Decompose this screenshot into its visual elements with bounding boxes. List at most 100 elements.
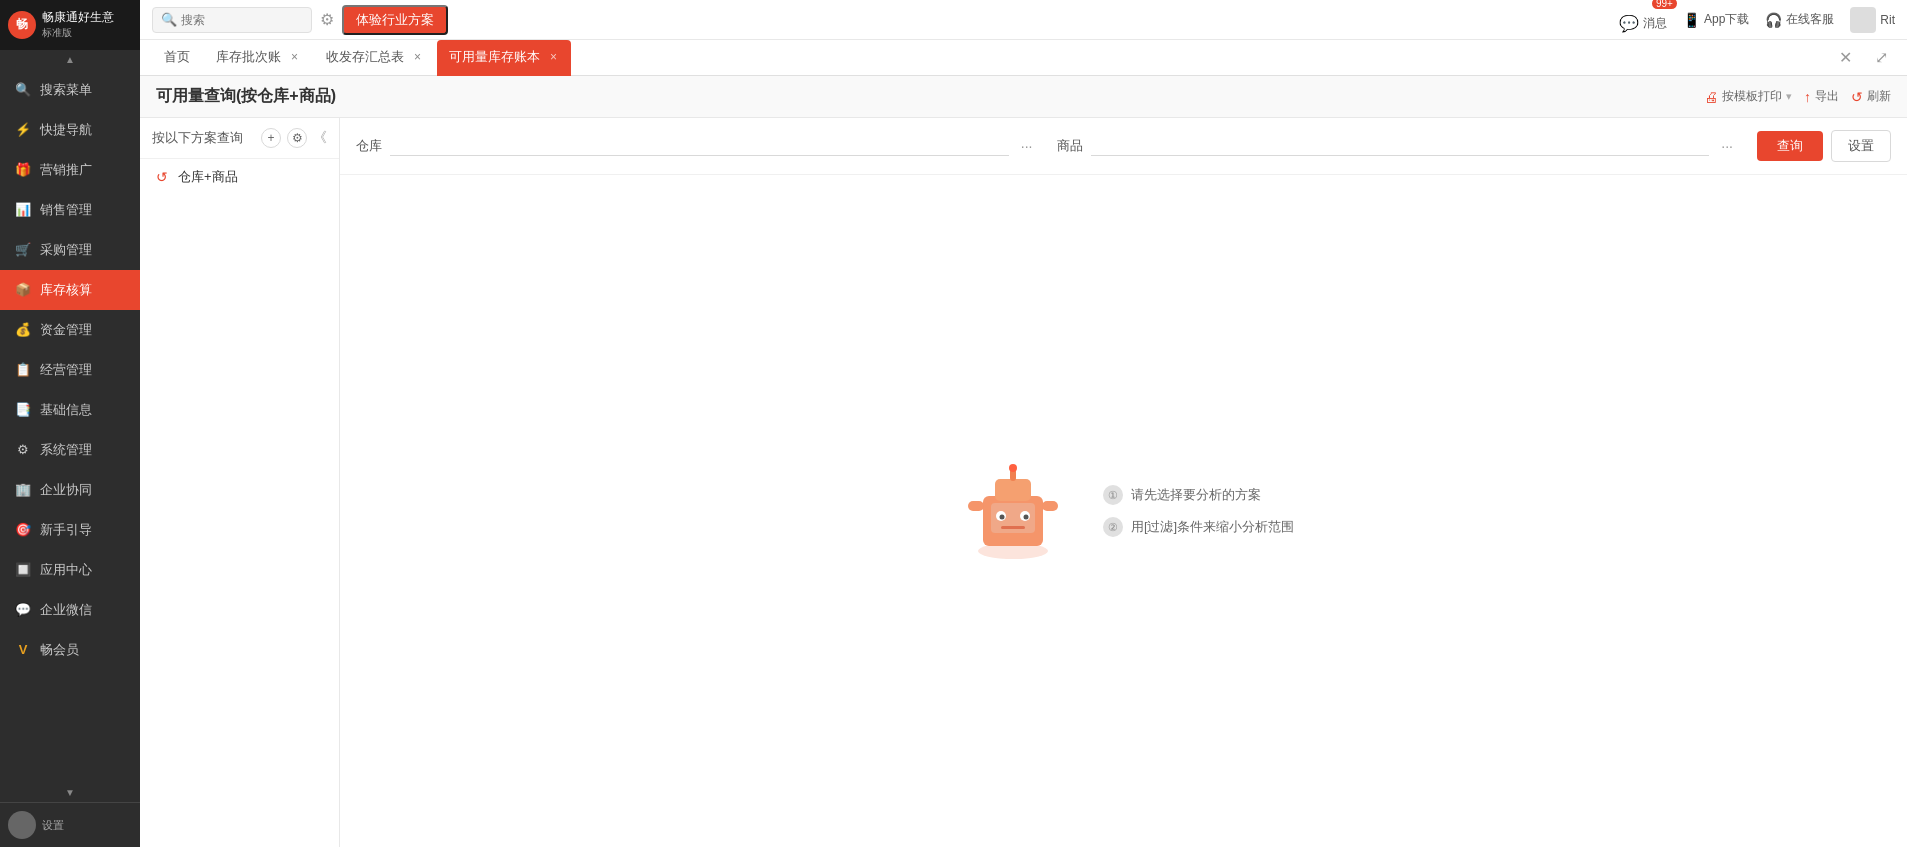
wechat-icon: 💬 (14, 601, 32, 619)
product-filter-more[interactable]: ··· (1717, 138, 1737, 154)
svg-point-10 (1009, 464, 1017, 472)
sidebar-item-system[interactable]: ⚙ 系统管理 (0, 430, 140, 470)
tip-1-number: ① (1103, 485, 1123, 505)
topbar-search-input[interactable] (181, 13, 281, 27)
app-download-label: App下载 (1704, 11, 1749, 28)
topbar-message[interactable]: 💬 消息 99+ (1619, 6, 1667, 33)
sidebar-scroll-down[interactable]: ▼ (0, 782, 140, 802)
svg-rect-8 (995, 479, 1031, 501)
sidebar-item-finance[interactable]: 💰 资金管理 (0, 310, 140, 350)
product-filter: 商品 ··· (1057, 136, 1738, 156)
page-title: 可用量查询(按仓库+商品) (156, 86, 336, 107)
app-name-block: 畅康通好生意 标准版 (42, 10, 114, 40)
sidebar-item-purchase[interactable]: 🛒 采购管理 (0, 230, 140, 270)
right-panel: 仓库 ··· 商品 ··· 查询 设置 (340, 118, 1907, 847)
svg-rect-11 (968, 501, 984, 511)
tab-batch-ledger-close[interactable]: × (289, 50, 300, 64)
sidebar-item-guide[interactable]: 🎯 新手引导 (0, 510, 140, 550)
topbar-trial-button[interactable]: 体验行业方案 (342, 5, 448, 35)
topbar-gear-icon[interactable]: ⚙ (320, 10, 334, 29)
topbar-actions: 💬 消息 99+ 📱 App下载 🎧 在线客服 Rit (1619, 6, 1895, 33)
sales-icon: 📊 (14, 201, 32, 219)
topbar-user[interactable]: Rit (1850, 7, 1895, 33)
sidebar-item-wechat[interactable]: 💬 企业微信 (0, 590, 140, 630)
sidebar-item-shortcut[interactable]: ⚡ 快捷导航 (0, 110, 140, 150)
app-version: 标准版 (42, 26, 114, 40)
product-filter-input[interactable] (1091, 136, 1710, 156)
collapse-panel-button[interactable]: 《 (313, 129, 327, 147)
tab-receipt-summary[interactable]: 收发存汇总表 × (314, 40, 435, 76)
left-panel: 按以下方案查询 + ⚙ 《 ↺ 仓库+商品 (140, 118, 340, 847)
app-logo: 畅 (8, 11, 36, 39)
content-area: 按以下方案查询 + ⚙ 《 ↺ 仓库+商品 (140, 118, 1907, 847)
user-name: Rit (1880, 13, 1895, 27)
export-icon: ↑ (1804, 89, 1811, 105)
tab-batch-ledger[interactable]: 库存批次账 × (204, 40, 312, 76)
marketing-icon: 🎁 (14, 161, 32, 179)
inventory-icon: 📦 (14, 281, 32, 299)
print-button[interactable]: 🖨 按模板打印 ▾ (1704, 88, 1792, 105)
tab-available-qty-close[interactable]: × (548, 50, 559, 64)
sidebar-item-app-center[interactable]: 🔲 应用中心 (0, 550, 140, 590)
window-maximize-btn[interactable]: ⤢ (1867, 44, 1895, 72)
sidebar-item-inventory[interactable]: 📦 库存核算 (0, 270, 140, 310)
headset-icon: 🎧 (1765, 12, 1782, 28)
empty-tips: ① 请先选择要分析的方案 ② 用[过滤]条件来缩小分析范围 (1103, 485, 1294, 537)
sidebar-nav: 🔍 搜索菜单 ⚡ 快捷导航 🎁 营销推广 📊 销售管理 🛒 采购管理 📦 (0, 70, 140, 782)
query-button[interactable]: 查询 (1757, 131, 1823, 161)
topbar-search-box[interactable]: 🔍 (152, 7, 312, 33)
operations-icon: 📋 (14, 361, 32, 379)
finance-icon: 💰 (14, 321, 32, 339)
sidebar-item-search[interactable]: 🔍 搜索菜单 (0, 70, 140, 110)
refresh-icon: ↺ (1851, 89, 1863, 105)
scheme-label: 仓库+商品 (178, 168, 238, 186)
empty-state: ① 请先选择要分析的方案 ② 用[过滤]条件来缩小分析范围 (340, 175, 1907, 847)
refresh-button[interactable]: ↺ 刷新 (1851, 88, 1891, 105)
warehouse-filter-more[interactable]: ··· (1017, 138, 1037, 154)
export-button[interactable]: ↑ 导出 (1804, 88, 1839, 105)
message-icon: 💬 (1619, 14, 1639, 33)
sidebar-scroll-up[interactable]: ▲ (0, 50, 140, 70)
tab-batch-ledger-label: 库存批次账 (216, 48, 281, 66)
scheme-icon: ↺ (152, 167, 172, 187)
tab-home-label: 首页 (164, 48, 190, 66)
sidebar-item-enterprise[interactable]: 🏢 企业协同 (0, 470, 140, 510)
tip-1-text: 请先选择要分析的方案 (1131, 486, 1261, 504)
sidebar-item-marketing[interactable]: 🎁 营销推广 (0, 150, 140, 190)
page-header: 可用量查询(按仓库+商品) 🖨 按模板打印 ▾ ↑ 导出 ↺ 刷新 (140, 76, 1907, 118)
basic-info-icon: 📑 (14, 401, 32, 419)
guide-icon: 🎯 (14, 521, 32, 539)
tab-receipt-summary-close[interactable]: × (412, 50, 423, 64)
app-name: 畅康通好生意 (42, 10, 114, 26)
tip-2-text: 用[过滤]条件来缩小分析范围 (1131, 518, 1294, 536)
scheme-item-warehouse-product[interactable]: ↺ 仓库+商品 (140, 159, 339, 195)
scheme-settings-button[interactable]: ⚙ (287, 128, 307, 148)
message-label: 消息 (1643, 15, 1667, 32)
tab-bar: 首页 库存批次账 × 收发存汇总表 × 可用量库存账本 × ✕ ⤢ (140, 40, 1907, 76)
sidebar-footer[interactable]: 设置 (0, 802, 140, 847)
sidebar-item-basic-info[interactable]: 📑 基础信息 (0, 390, 140, 430)
sidebar-item-sales[interactable]: 📊 销售管理 (0, 190, 140, 230)
sidebar-item-member[interactable]: V 畅会员 (0, 630, 140, 670)
app-center-icon: 🔲 (14, 561, 32, 579)
topbar-online-service[interactable]: 🎧 在线客服 (1765, 11, 1834, 28)
tab-available-qty[interactable]: 可用量库存账本 × (437, 40, 571, 76)
svg-rect-7 (1001, 526, 1025, 529)
add-scheme-button[interactable]: + (261, 128, 281, 148)
footer-text: 设置 (42, 818, 64, 833)
message-badge: 99+ (1652, 0, 1677, 9)
tab-home[interactable]: 首页 (152, 40, 202, 76)
sidebar-item-operations[interactable]: 📋 经营管理 (0, 350, 140, 390)
phone-icon: 📱 (1683, 12, 1700, 28)
export-label: 导出 (1815, 88, 1839, 105)
topbar: 🔍 ⚙ 体验行业方案 💬 消息 99+ 📱 App下载 🎧 在线客服 (140, 0, 1907, 40)
window-controls: ✕ ⤢ (1831, 44, 1895, 72)
enterprise-icon: 🏢 (14, 481, 32, 499)
window-close-btn[interactable]: ✕ (1831, 44, 1859, 72)
footer-avatar (8, 811, 36, 839)
user-avatar (1850, 7, 1876, 33)
topbar-app-download[interactable]: 📱 App下载 (1683, 11, 1749, 28)
warehouse-filter-input[interactable] (390, 136, 1009, 156)
shortcut-icon: ⚡ (14, 121, 32, 139)
table-settings-button[interactable]: 设置 (1831, 130, 1891, 162)
